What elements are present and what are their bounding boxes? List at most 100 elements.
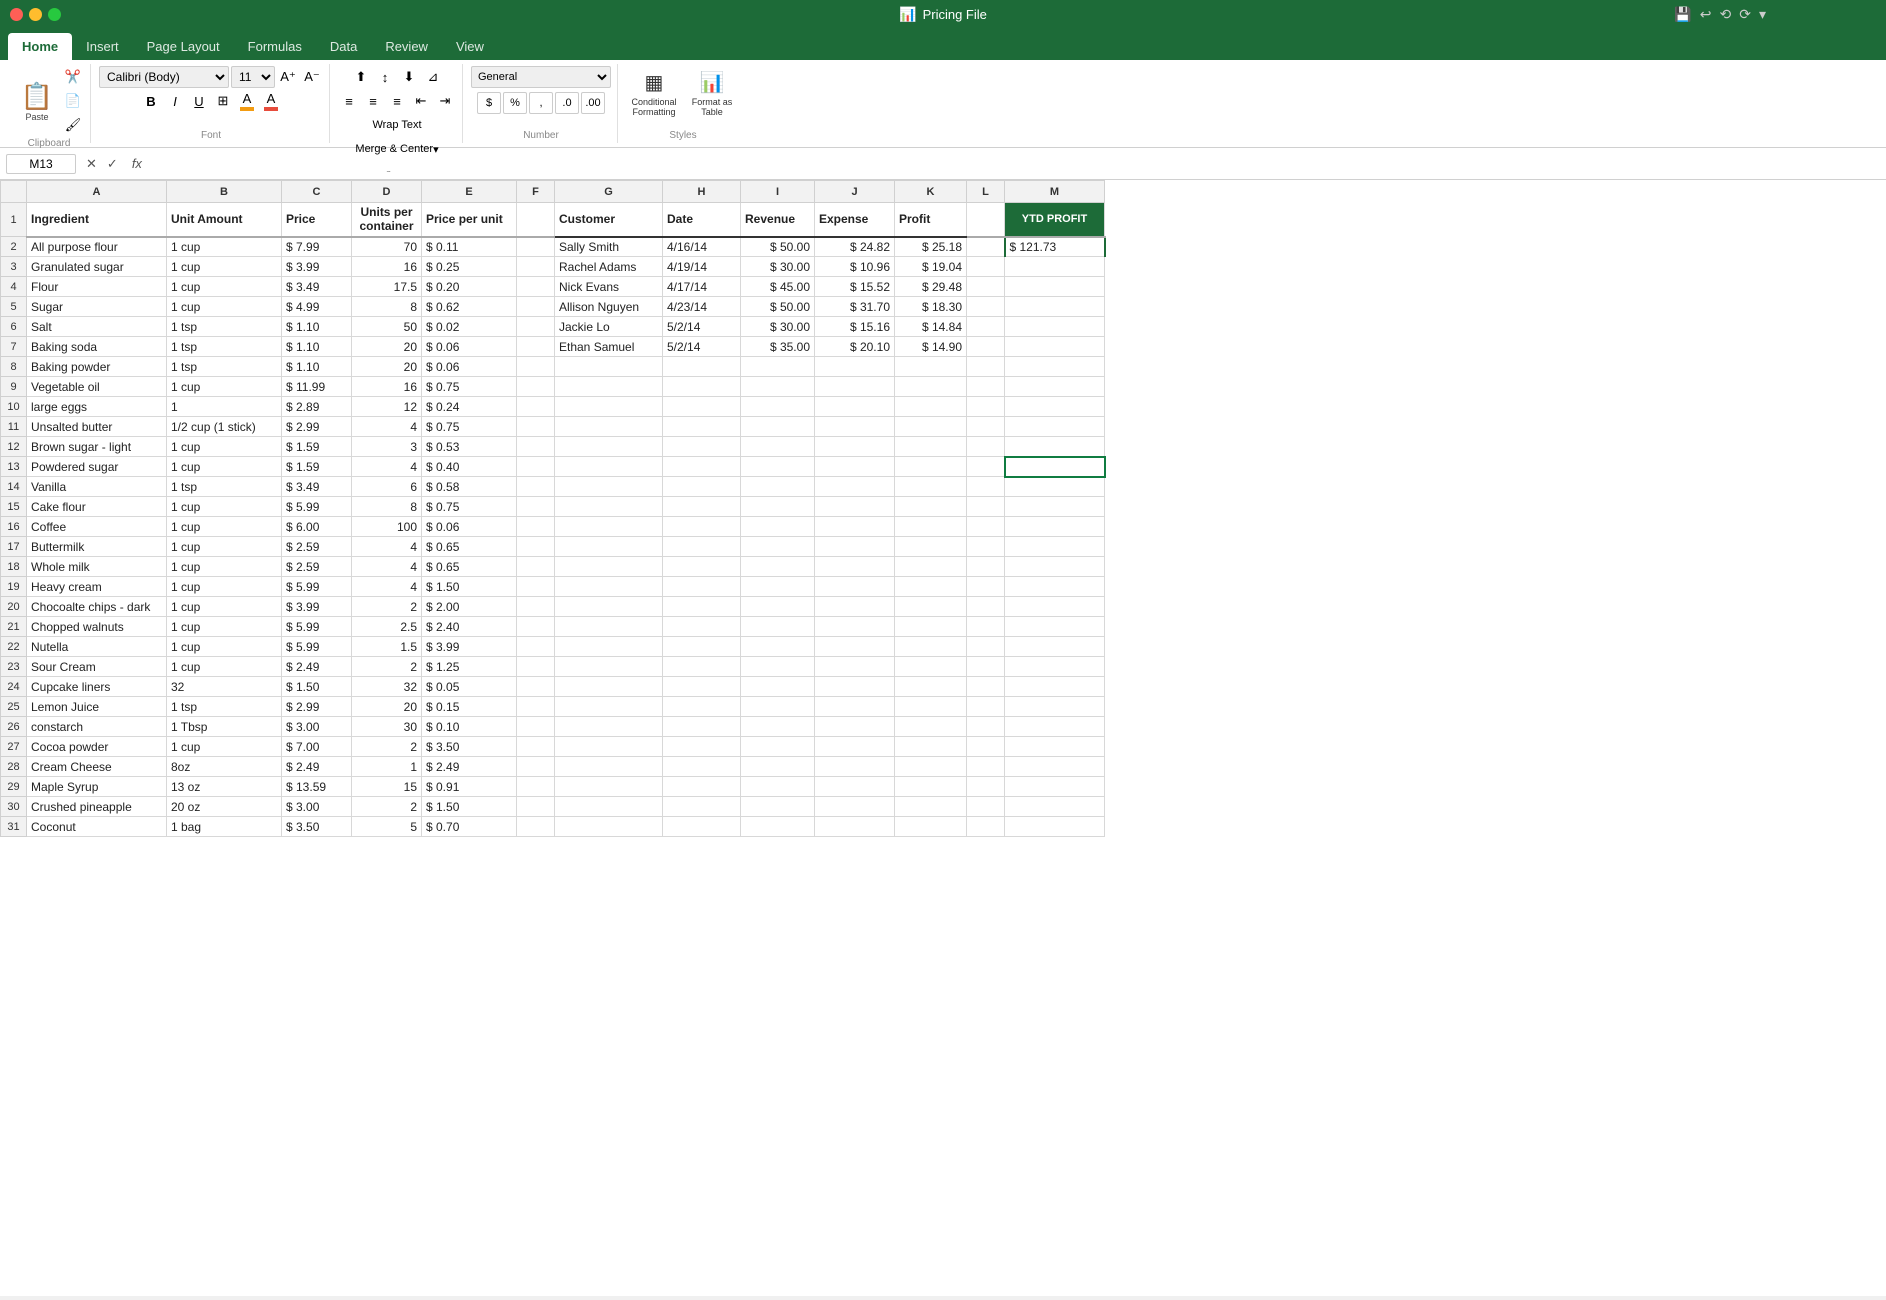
cell-J28[interactable] [815,757,895,777]
font-color-button[interactable]: A [260,90,282,112]
cell-A2[interactable]: All purpose flour [27,237,167,257]
cell-H28[interactable] [663,757,741,777]
cell-E10[interactable]: $ 0.24 [422,397,517,417]
cell-M28[interactable] [1005,757,1105,777]
cell-J1[interactable]: Expense [815,203,895,237]
cell-I23[interactable] [741,657,815,677]
row-header-29[interactable]: 29 [1,777,27,797]
cell-C23[interactable]: $ 2.49 [282,657,352,677]
cell-L20[interactable] [967,597,1005,617]
cell-F24[interactable] [517,677,555,697]
cell-E26[interactable]: $ 0.10 [422,717,517,737]
decrease-indent-button[interactable]: ⇤ [410,90,432,112]
confirm-formula-button[interactable]: ✓ [103,154,122,174]
cell-G30[interactable] [555,797,663,817]
cell-F27[interactable] [517,737,555,757]
cell-B23[interactable]: 1 cup [167,657,282,677]
cell-J22[interactable] [815,637,895,657]
cell-I29[interactable] [741,777,815,797]
cell-J25[interactable] [815,697,895,717]
cell-B31[interactable]: 1 bag [167,817,282,837]
cell-K29[interactable] [895,777,967,797]
cell-F21[interactable] [517,617,555,637]
col-header-B[interactable]: B [167,181,282,203]
cell-B24[interactable]: 32 [167,677,282,697]
cell-L17[interactable] [967,537,1005,557]
cell-H22[interactable] [663,637,741,657]
cell-H26[interactable] [663,717,741,737]
col-header-F[interactable]: F [517,181,555,203]
copy-button[interactable]: 📄 [62,90,84,112]
cell-A9[interactable]: Vegetable oil [27,377,167,397]
cell-F29[interactable] [517,777,555,797]
cell-M18[interactable] [1005,557,1105,577]
cell-D28[interactable]: 1 [352,757,422,777]
cell-G29[interactable] [555,777,663,797]
cell-D3[interactable]: 16 [352,257,422,277]
cell-H24[interactable] [663,677,741,697]
cell-M26[interactable] [1005,717,1105,737]
cell-E13[interactable]: $ 0.40 [422,457,517,477]
cell-L6[interactable] [967,317,1005,337]
cell-L27[interactable] [967,737,1005,757]
cell-H4[interactable]: 4/17/14 [663,277,741,297]
cell-L19[interactable] [967,577,1005,597]
cell-J11[interactable] [815,417,895,437]
cell-C12[interactable]: $ 1.59 [282,437,352,457]
tab-data[interactable]: Data [316,33,371,60]
bold-button[interactable]: B [140,90,162,112]
row-header-4[interactable]: 4 [1,277,27,297]
col-header-I[interactable]: I [741,181,815,203]
cell-L4[interactable] [967,277,1005,297]
cell-C4[interactable]: $ 3.49 [282,277,352,297]
cell-E14[interactable]: $ 0.58 [422,477,517,497]
cell-J3[interactable]: $ 10.96 [815,257,895,277]
cell-H7[interactable]: 5/2/14 [663,337,741,357]
row-header-27[interactable]: 27 [1,737,27,757]
underline-button[interactable]: U [188,90,210,112]
cell-J21[interactable] [815,617,895,637]
row-header-10[interactable]: 10 [1,397,27,417]
cell-H2[interactable]: 4/16/14 [663,237,741,257]
cell-G12[interactable] [555,437,663,457]
close-button[interactable] [10,8,23,21]
cell-K10[interactable] [895,397,967,417]
cell-G27[interactable] [555,737,663,757]
minimize-button[interactable] [29,8,42,21]
tab-home[interactable]: Home [8,33,72,60]
cell-C17[interactable]: $ 2.59 [282,537,352,557]
cell-C10[interactable]: $ 2.89 [282,397,352,417]
cell-A24[interactable]: Cupcake liners [27,677,167,697]
cell-J23[interactable] [815,657,895,677]
cell-C8[interactable]: $ 1.10 [282,357,352,377]
cell-D10[interactable]: 12 [352,397,422,417]
cell-F28[interactable] [517,757,555,777]
cell-J18[interactable] [815,557,895,577]
cell-K7[interactable]: $ 14.90 [895,337,967,357]
cell-I30[interactable] [741,797,815,817]
cell-M6[interactable] [1005,317,1105,337]
cell-F4[interactable] [517,277,555,297]
cell-K31[interactable] [895,817,967,837]
cell-G10[interactable] [555,397,663,417]
cell-I20[interactable] [741,597,815,617]
cell-B21[interactable]: 1 cup [167,617,282,637]
cell-L8[interactable] [967,357,1005,377]
cell-B30[interactable]: 20 oz [167,797,282,817]
cell-E18[interactable]: $ 0.65 [422,557,517,577]
increase-indent-button[interactable]: ⇥ [434,90,456,112]
cell-G28[interactable] [555,757,663,777]
cell-B13[interactable]: 1 cup [167,457,282,477]
cell-F10[interactable] [517,397,555,417]
cell-K26[interactable] [895,717,967,737]
cell-I17[interactable] [741,537,815,557]
tab-page-layout[interactable]: Page Layout [133,33,234,60]
angle-text-button[interactable]: ⊿ [422,66,444,88]
cell-J9[interactable] [815,377,895,397]
cell-A7[interactable]: Baking soda [27,337,167,357]
comma-button[interactable]: , [529,92,553,114]
cell-D18[interactable]: 4 [352,557,422,577]
align-center-button[interactable]: ≡ [362,90,384,112]
cell-G16[interactable] [555,517,663,537]
tab-formulas[interactable]: Formulas [234,33,316,60]
